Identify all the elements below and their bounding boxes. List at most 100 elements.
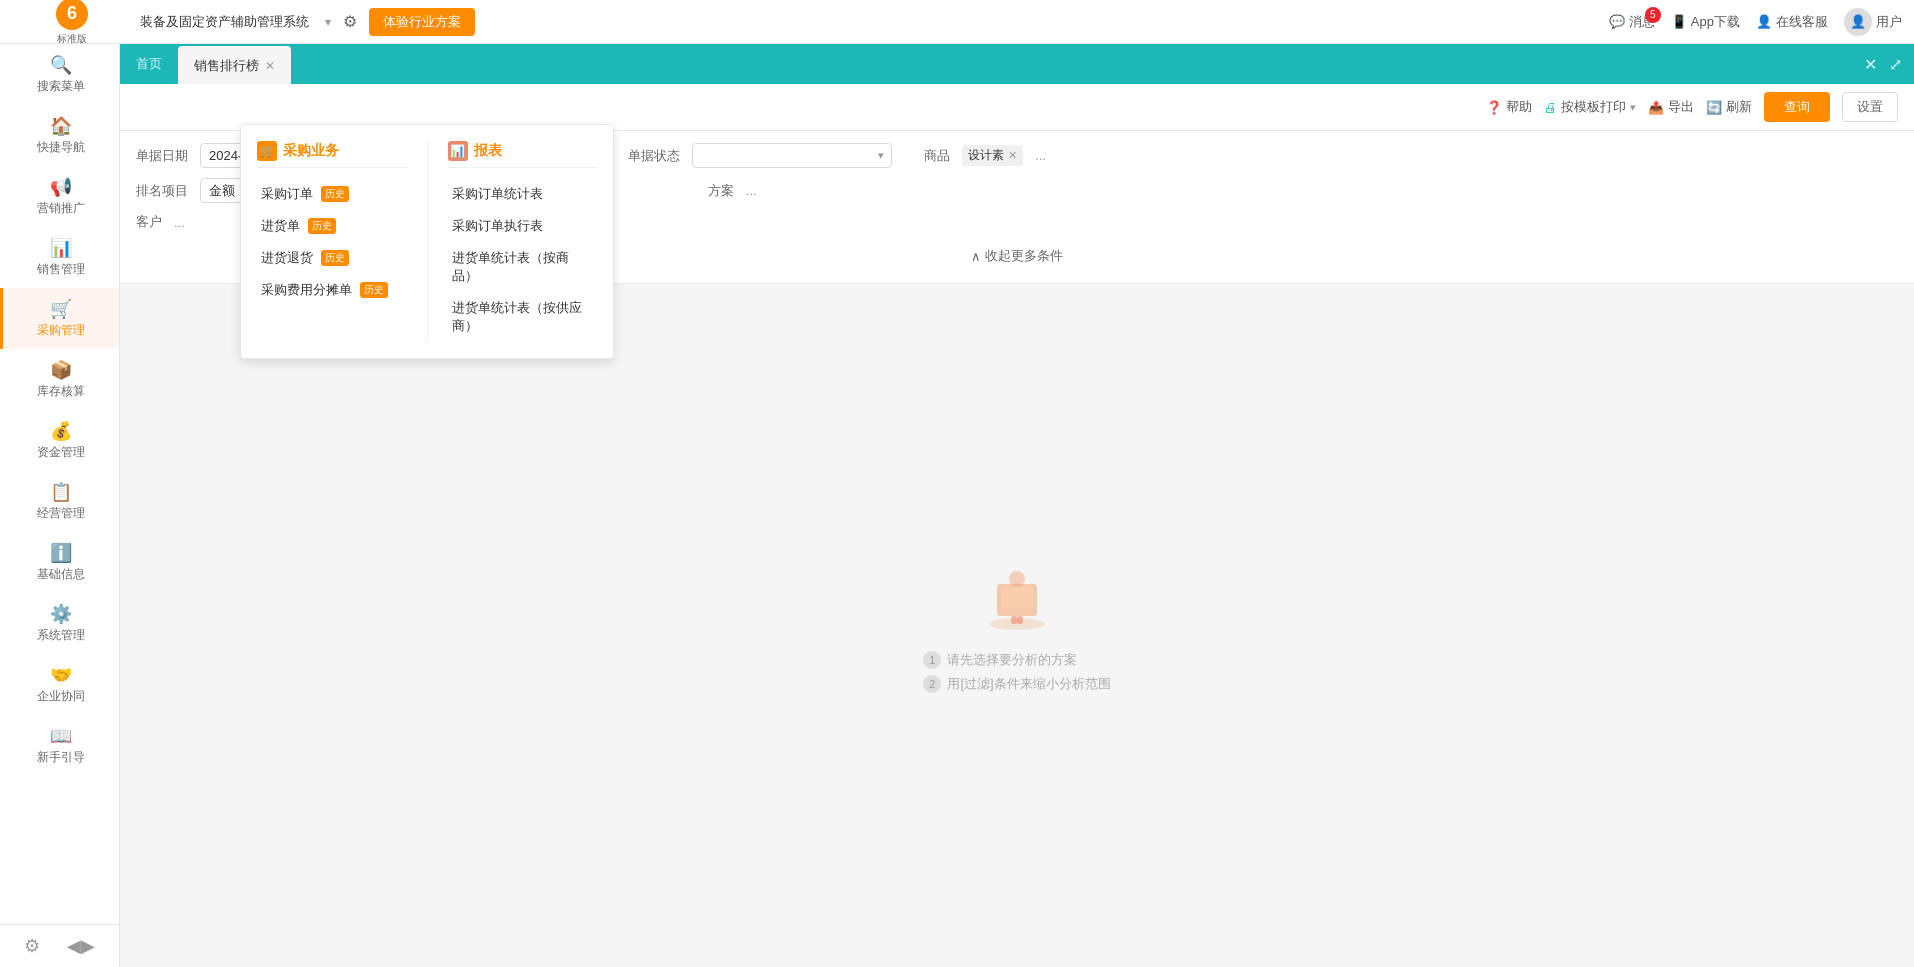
sidebar-item-label: 经营管理 bbox=[37, 505, 85, 522]
export-label: 导出 bbox=[1668, 98, 1694, 116]
sidebar-item-inventory[interactable]: 📦 库存核算 bbox=[0, 349, 119, 410]
purchase-col-title-label: 采购业务 bbox=[283, 142, 339, 160]
app-download-action[interactable]: 📱 App下载 bbox=[1671, 13, 1740, 31]
refresh-label: 刷新 bbox=[1726, 98, 1752, 116]
sidebar-item-guide[interactable]: 📖 新手引导 bbox=[0, 715, 119, 776]
dropdown-item-stock-return[interactable]: 进货退货 历史 bbox=[257, 242, 407, 274]
sidebar-item-label: 系统管理 bbox=[37, 627, 85, 644]
export-action[interactable]: 📤 导出 bbox=[1648, 98, 1694, 116]
sidebar-bottom: ⚙ ◀▶ bbox=[0, 924, 119, 967]
system-icon: ⚙️ bbox=[50, 605, 72, 623]
report-item-1-label: 采购订单执行表 bbox=[452, 217, 543, 235]
stock-return-label: 进货退货 bbox=[261, 249, 313, 267]
rank-label: 排名项目 bbox=[136, 182, 188, 200]
print-label: 按模板打印 bbox=[1561, 98, 1626, 116]
report-column: 📊 报表 采购订单统计表 采购订单执行表 进货单统计表（按商品） 进货单统计表（… bbox=[448, 141, 598, 342]
dropdown-item-report-3[interactable]: 进货单统计表（按供应商） bbox=[448, 292, 598, 342]
svg-rect-5 bbox=[1017, 616, 1023, 624]
settings-icon[interactable]: ⚙ bbox=[339, 8, 361, 35]
history-badge-2: 历史 bbox=[321, 250, 349, 266]
sidebar-item-label: 库存核算 bbox=[37, 383, 85, 400]
sidebar-item-label: 新手引导 bbox=[37, 749, 85, 766]
online-service-action[interactable]: 👤 在线客服 bbox=[1756, 13, 1828, 31]
hint-num-1: 1 bbox=[923, 651, 941, 669]
sidebar-item-search[interactable]: 🔍 搜索菜单 bbox=[0, 44, 119, 105]
print-dropdown-icon[interactable]: ▾ bbox=[1630, 101, 1636, 114]
report-item-0-label: 采购订单统计表 bbox=[452, 185, 543, 203]
sidebar-item-finance[interactable]: 💰 资金管理 bbox=[0, 410, 119, 471]
sidebar-item-purchase[interactable]: 🛒 采购管理 bbox=[0, 288, 119, 349]
history-badge-0: 历史 bbox=[321, 186, 349, 202]
user-action[interactable]: 👤 用户 bbox=[1844, 8, 1902, 36]
purchase-order-label: 采购订单 bbox=[261, 185, 313, 203]
tab-home[interactable]: 首页 bbox=[120, 44, 178, 84]
sidebar-settings-icon[interactable]: ⚙ bbox=[24, 935, 40, 957]
search-icon: 🔍 bbox=[50, 56, 72, 74]
sidebar-item-nav[interactable]: 🏠 快捷导航 bbox=[0, 105, 119, 166]
sidebar-item-system[interactable]: ⚙️ 系统管理 bbox=[0, 593, 119, 654]
refresh-action[interactable]: 🔄 刷新 bbox=[1706, 98, 1752, 116]
system-title: 装备及固定资产辅助管理系统 bbox=[132, 13, 317, 31]
industry-button[interactable]: 体验行业方案 bbox=[369, 8, 475, 36]
message-action[interactable]: 💬 消息 5 bbox=[1609, 13, 1655, 31]
stock-in-label: 进货单 bbox=[261, 217, 300, 235]
dropdown-item-report-2[interactable]: 进货单统计表（按商品） bbox=[448, 242, 598, 292]
info-icon: ℹ️ bbox=[50, 544, 72, 562]
system-dropdown-arrow[interactable]: ▾ bbox=[325, 15, 331, 29]
sidebar-item-sales[interactable]: 📊 销售管理 bbox=[0, 227, 119, 288]
dropdown-item-purchase-fee[interactable]: 采购费用分摊单 历史 bbox=[257, 274, 407, 306]
export-icon: 📤 bbox=[1648, 100, 1664, 115]
sidebar-collapse-icon[interactable]: ◀▶ bbox=[67, 935, 95, 957]
dropdown-item-stock-in[interactable]: 进货单 历史 bbox=[257, 210, 407, 242]
online-service-label: 在线客服 bbox=[1776, 13, 1828, 31]
user-label: 用户 bbox=[1876, 13, 1902, 31]
help-label: 帮助 bbox=[1506, 98, 1532, 116]
help-action[interactable]: ❓ 帮助 bbox=[1486, 98, 1532, 116]
logo-icon: 6 bbox=[56, 0, 88, 30]
dropdown-item-purchase-order[interactable]: 采购订单 历史 bbox=[257, 178, 407, 210]
sidebar-item-marketing[interactable]: 📢 营销推广 bbox=[0, 166, 119, 227]
content-wrapper: 首页 销售排行榜 ✕ ✕ ⤢ ❓ 帮助 🖨 按模板打印 bbox=[120, 44, 1914, 967]
guide-icon: 📖 bbox=[50, 727, 72, 745]
service-icon: 👤 bbox=[1756, 14, 1772, 29]
avatar: 👤 bbox=[1844, 8, 1872, 36]
sidebar-item-label: 搜索菜单 bbox=[37, 78, 85, 95]
sidebar-item-collab[interactable]: 🤝 企业协同 bbox=[0, 654, 119, 715]
status-label: 单据状态 bbox=[628, 147, 680, 165]
dropdown-item-report-1[interactable]: 采购订单执行表 bbox=[448, 210, 598, 242]
header-middle: 装备及固定资产辅助管理系统 ▾ ⚙ 体验行业方案 bbox=[132, 8, 1609, 36]
scheme-dots[interactable]: ... bbox=[746, 183, 757, 198]
help-icon: ❓ bbox=[1486, 100, 1502, 115]
sidebar-item-operations[interactable]: 📋 经营管理 bbox=[0, 471, 119, 532]
empty-state: 1 请先选择要分析的方案 2 用[过滤]条件来缩小分析范围 bbox=[120, 284, 1914, 967]
tab-close-all-icon[interactable]: ✕ bbox=[1864, 55, 1877, 74]
collapse-label: 收起更多条件 bbox=[985, 247, 1063, 265]
history-badge-3: 历史 bbox=[360, 282, 388, 298]
inventory-icon: 📦 bbox=[50, 361, 72, 379]
empty-illustration bbox=[977, 559, 1057, 639]
sidebar-item-label: 销售管理 bbox=[37, 261, 85, 278]
sidebar-item-basic-info[interactable]: ℹ️ 基础信息 bbox=[0, 532, 119, 593]
purchase-column: 🛒 采购业务 采购订单 历史 进货单 历史 进货退货 历史 bbox=[257, 141, 407, 342]
report-item-3-label: 进货单统计表（按供应商） bbox=[452, 299, 594, 335]
customer-dots[interactable]: ... bbox=[174, 215, 185, 230]
tab-sales-ranking[interactable]: 销售排行榜 ✕ bbox=[178, 46, 291, 86]
goods-dots[interactable]: ... bbox=[1035, 148, 1046, 163]
tab-maximize-icon[interactable]: ⤢ bbox=[1889, 55, 1902, 74]
top-header: 6 标准版 装备及固定资产辅助管理系统 ▾ ⚙ 体验行业方案 💬 消息 5 📱 … bbox=[0, 0, 1914, 44]
logo-area: 6 标准版 bbox=[12, 0, 132, 46]
tab-close-icon[interactable]: ✕ bbox=[265, 59, 275, 73]
collapse-icon: ∧ bbox=[971, 249, 981, 264]
search-button[interactable]: 查询 bbox=[1764, 92, 1830, 122]
report-item-2-label: 进货单统计表（按商品） bbox=[452, 249, 594, 285]
hint-text-1: 请先选择要分析的方案 bbox=[947, 651, 1077, 669]
svg-rect-2 bbox=[1001, 587, 1033, 609]
collapse-button[interactable]: ∧ 收起更多条件 bbox=[955, 241, 1079, 271]
settings-button[interactable]: 设置 bbox=[1842, 92, 1898, 122]
print-action[interactable]: 🖨 按模板打印 ▾ bbox=[1544, 98, 1636, 116]
status-select[interactable] bbox=[692, 143, 892, 168]
goods-tag-close[interactable]: ✕ bbox=[1008, 149, 1017, 162]
app-download-label: App下载 bbox=[1691, 13, 1740, 31]
dropdown-item-report-0[interactable]: 采购订单统计表 bbox=[448, 178, 598, 210]
hint-text-2: 用[过滤]条件来缩小分析范围 bbox=[947, 675, 1110, 693]
